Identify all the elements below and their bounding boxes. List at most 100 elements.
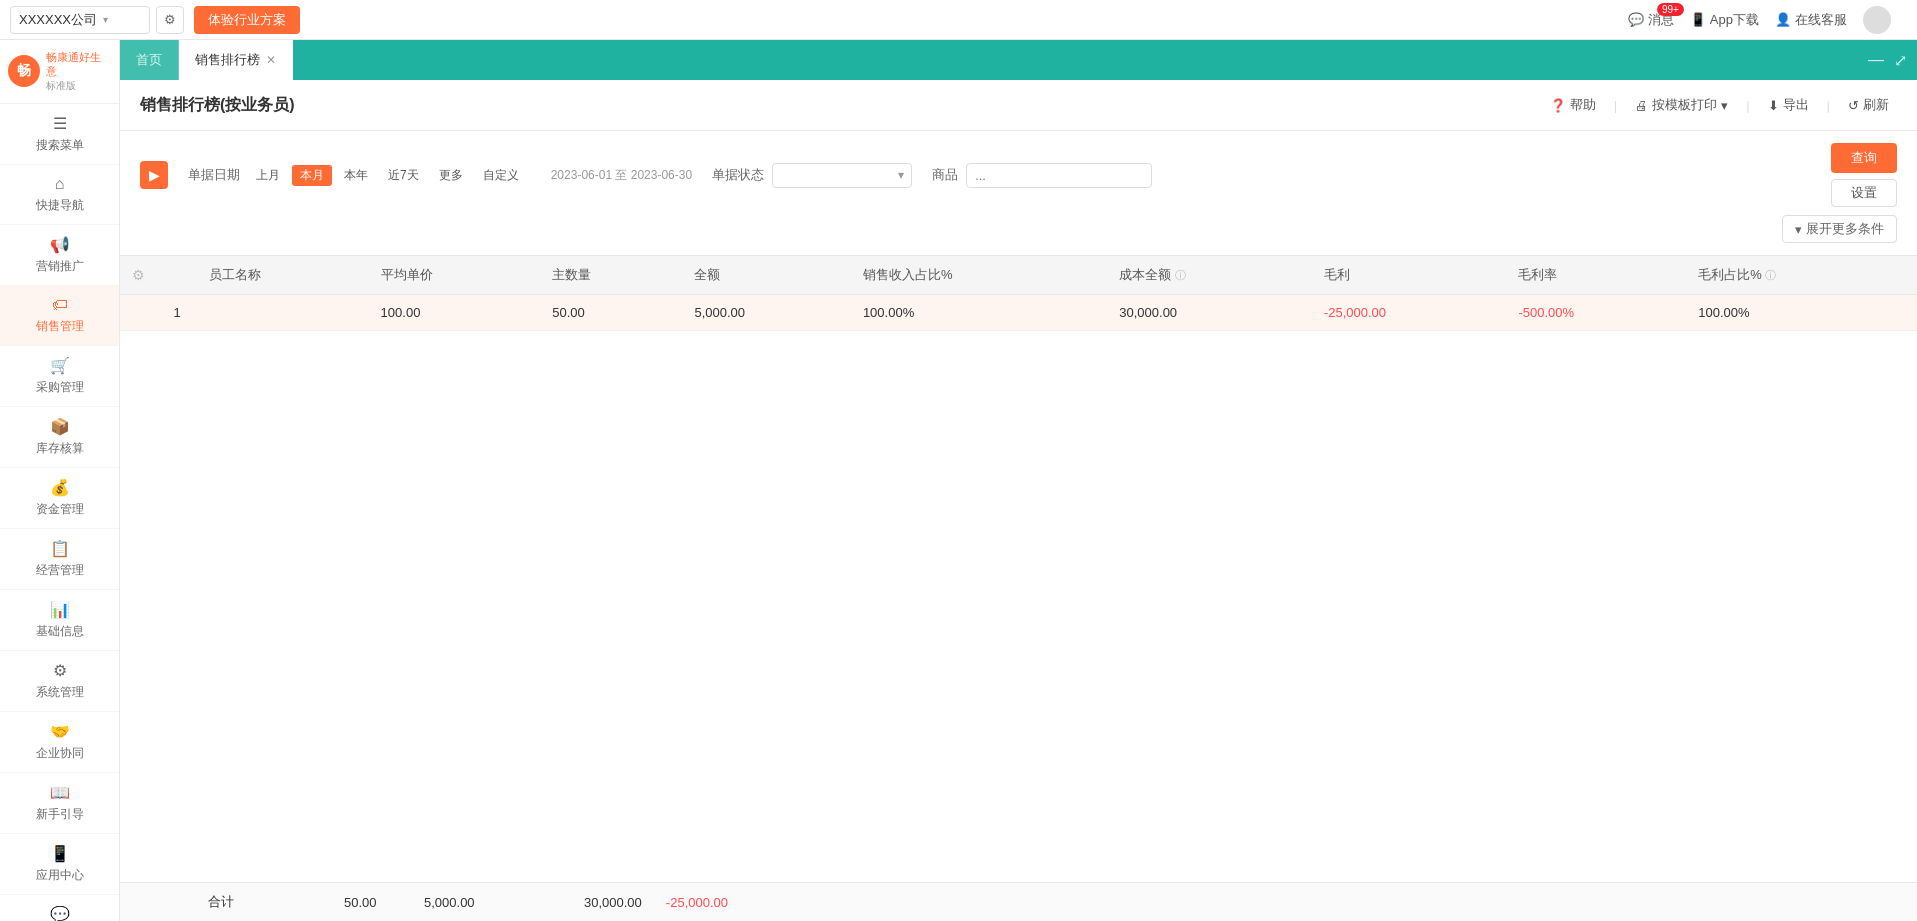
cost-help-icon: ⓘ <box>1175 269 1186 281</box>
row-gross-profit: -25,000.00 <box>1312 295 1507 331</box>
print-button[interactable]: 🖨 按模板打印 ▾ <box>1627 92 1736 118</box>
sidebar-label-quick-nav: 快捷导航 <box>36 197 84 214</box>
active-tab-label: 销售排行榜 <box>195 51 260 69</box>
sidebar-item-enterprise-collab[interactable]: 🤝 企业协同 <box>0 712 119 773</box>
sidebar-item-system[interactable]: ⚙ 系统管理 <box>0 651 119 712</box>
basic-info-icon: 📊 <box>50 600 70 619</box>
date-tab-last-month[interactable]: 上月 <box>248 165 288 186</box>
export-button[interactable]: ⬇ 导出 <box>1760 92 1817 118</box>
settings-col-icon[interactable]: ⚙ <box>132 267 145 283</box>
sidebar-label-operations: 经营管理 <box>36 562 84 579</box>
system-icon: ⚙ <box>53 661 67 680</box>
trial-button[interactable]: 体验行业方案 <box>194 6 300 34</box>
query-button[interactable]: 查询 <box>1831 143 1897 173</box>
sidebar-label-basic-info: 基础信息 <box>36 623 84 640</box>
filter-collapse-button[interactable]: ▶ <box>140 161 168 189</box>
sidebar-item-beginner[interactable]: 📖 新手引导 <box>0 773 119 834</box>
sidebar-item-marketing[interactable]: 📢 营销推广 <box>0 225 119 286</box>
page-actions: ❓ 帮助 | 🖨 按模板打印 ▾ | ⬇ 导出 | <box>1542 92 1897 118</box>
sidebar-item-sales[interactable]: 🏷 销售管理 <box>0 286 119 346</box>
settings-button[interactable]: 设置 <box>1831 179 1897 207</box>
company-dropdown-icon: ▾ <box>103 14 108 25</box>
query-btn-area: 查询 设置 <box>1831 143 1897 207</box>
col-header-cost-amount: 成本全额 ⓘ <box>1107 256 1312 295</box>
status-select[interactable] <box>772 163 912 188</box>
footer-label: 合计 <box>132 893 252 911</box>
date-filter-group: 单据日期 上月 本月 本年 近7天 更多 自定义 <box>188 165 527 186</box>
date-filter-label: 单据日期 <box>188 166 240 184</box>
col-header-gross-profit: 毛利 <box>1312 256 1507 295</box>
col-header-rank <box>157 256 197 295</box>
row-main-qty: 50.00 <box>540 295 682 331</box>
sidebar-label-marketing: 营销推广 <box>36 258 84 275</box>
purchase-icon: 🛒 <box>50 356 70 375</box>
gear-button[interactable]: ⚙ <box>156 6 184 34</box>
sidebar-label-inventory: 库存核算 <box>36 440 84 457</box>
sidebar-item-purchase[interactable]: 🛒 采购管理 <box>0 346 119 407</box>
date-tab-this-month[interactable]: 本月 <box>292 165 332 186</box>
sidebar-item-quick-nav[interactable]: ⌂ 快捷导航 <box>0 165 119 225</box>
more-filters-row: ▾ 展开更多条件 <box>140 207 1897 243</box>
home-tab-label: 首页 <box>136 51 162 69</box>
col-header-amount: 全额 <box>682 256 850 295</box>
sidebar-item-app-center[interactable]: 📱 应用中心 <box>0 834 119 895</box>
sidebar-label-beginner: 新手引导 <box>36 806 84 823</box>
tab-bar: 首页 销售排行榜 ✕ — ⤢ <box>120 40 1917 80</box>
quick-nav-icon: ⌂ <box>55 175 65 193</box>
sidebar-item-search-order[interactable]: ☰ 搜索菜单 <box>0 104 119 165</box>
tab-maximize-icon[interactable]: ⤢ <box>1894 51 1907 70</box>
top-header: XXXXXX公司 ▾ ⚙ 体验行业方案 💬 消息 99+ 📱 App下载 👤 在… <box>0 0 1917 40</box>
tab-sales-ranking[interactable]: 销售排行榜 ✕ <box>179 40 293 80</box>
export-label: 导出 <box>1783 96 1809 114</box>
tab-home[interactable]: 首页 <box>120 40 179 80</box>
date-range-display: 2023-06-01 至 2023-06-30 <box>551 167 692 184</box>
date-tab-7days[interactable]: 近7天 <box>380 165 427 186</box>
help-icon: ❓ <box>1550 98 1566 113</box>
sidebar-item-finance[interactable]: 💰 资金管理 <box>0 468 119 529</box>
col-header-sales-ratio: 销售收入占比% <box>851 256 1107 295</box>
sidebar-logo: 畅 畅康通好生意 标准版 <box>0 40 119 104</box>
main-layout: 畅 畅康通好生意 标准版 ☰ 搜索菜单 ⌂ 快捷导航 📢 营销推广 🏷 销售管理… <box>0 40 1917 921</box>
app-download-button[interactable]: 📱 App下载 <box>1690 11 1759 29</box>
sidebar-label-app-center: 应用中心 <box>36 867 84 884</box>
col-header-icon: ⚙ <box>120 256 157 295</box>
date-tab-custom[interactable]: 自定义 <box>475 165 527 186</box>
row-icon-cell <box>120 295 157 331</box>
sidebar-item-operations[interactable]: 📋 经营管理 <box>0 529 119 590</box>
refresh-icon: ↺ <box>1848 98 1859 113</box>
refresh-button[interactable]: ↺ 刷新 <box>1840 92 1897 118</box>
sidebar-item-basic-info[interactable]: 📊 基础信息 <box>0 590 119 651</box>
sidebar-label-system: 系统管理 <box>36 684 84 701</box>
logo-text: 畅康通好生意 <box>46 50 111 79</box>
row-cost-amount: 30,000.00 <box>1107 295 1312 331</box>
sales-icon: 🏷 <box>52 296 68 314</box>
row-employee <box>197 295 369 331</box>
footer-gross-profit: -25,000.00 <box>654 895 740 910</box>
operations-icon: 📋 <box>50 539 70 558</box>
print-dropdown-icon: ▾ <box>1721 98 1728 113</box>
goods-input[interactable] <box>966 163 1152 188</box>
app-download-label: App下载 <box>1710 11 1759 29</box>
tab-right-actions: — ⤢ <box>1858 40 1917 80</box>
sidebar-item-enterprise-wechat[interactable]: 💬 企业微信 <box>0 895 119 921</box>
enterprise-wechat-icon: 💬 <box>50 905 70 921</box>
row-rank: 1 <box>157 295 197 331</box>
avatar[interactable] <box>1863 6 1891 34</box>
tab-close-icon[interactable]: ✕ <box>266 53 276 67</box>
message-icon: 💬 <box>1628 12 1644 27</box>
online-service-button[interactable]: 👤 在线客服 <box>1775 11 1847 29</box>
filter-row: ▶ 单据日期 上月 本月 本年 近7天 更多 自定义 <box>140 143 1897 207</box>
sidebar-label-sales: 销售管理 <box>36 318 84 335</box>
filter-area: ▶ 单据日期 上月 本月 本年 近7天 更多 自定义 <box>120 131 1917 256</box>
app-center-icon: 📱 <box>50 844 70 863</box>
col-header-main-qty: 主数量 <box>540 256 682 295</box>
col-header-employee: 员工名称 <box>197 256 369 295</box>
company-selector[interactable]: XXXXXX公司 ▾ <box>10 6 150 34</box>
expand-more-filters-button[interactable]: ▾ 展开更多条件 <box>1782 215 1897 243</box>
date-tab-this-year[interactable]: 本年 <box>336 165 376 186</box>
help-button[interactable]: ❓ 帮助 <box>1542 92 1604 118</box>
sidebar-item-inventory[interactable]: 📦 库存核算 <box>0 407 119 468</box>
messages-button[interactable]: 💬 消息 99+ <box>1628 11 1674 29</box>
date-tab-more[interactable]: 更多 <box>431 165 471 186</box>
tab-minimize-icon[interactable]: — <box>1868 51 1884 69</box>
